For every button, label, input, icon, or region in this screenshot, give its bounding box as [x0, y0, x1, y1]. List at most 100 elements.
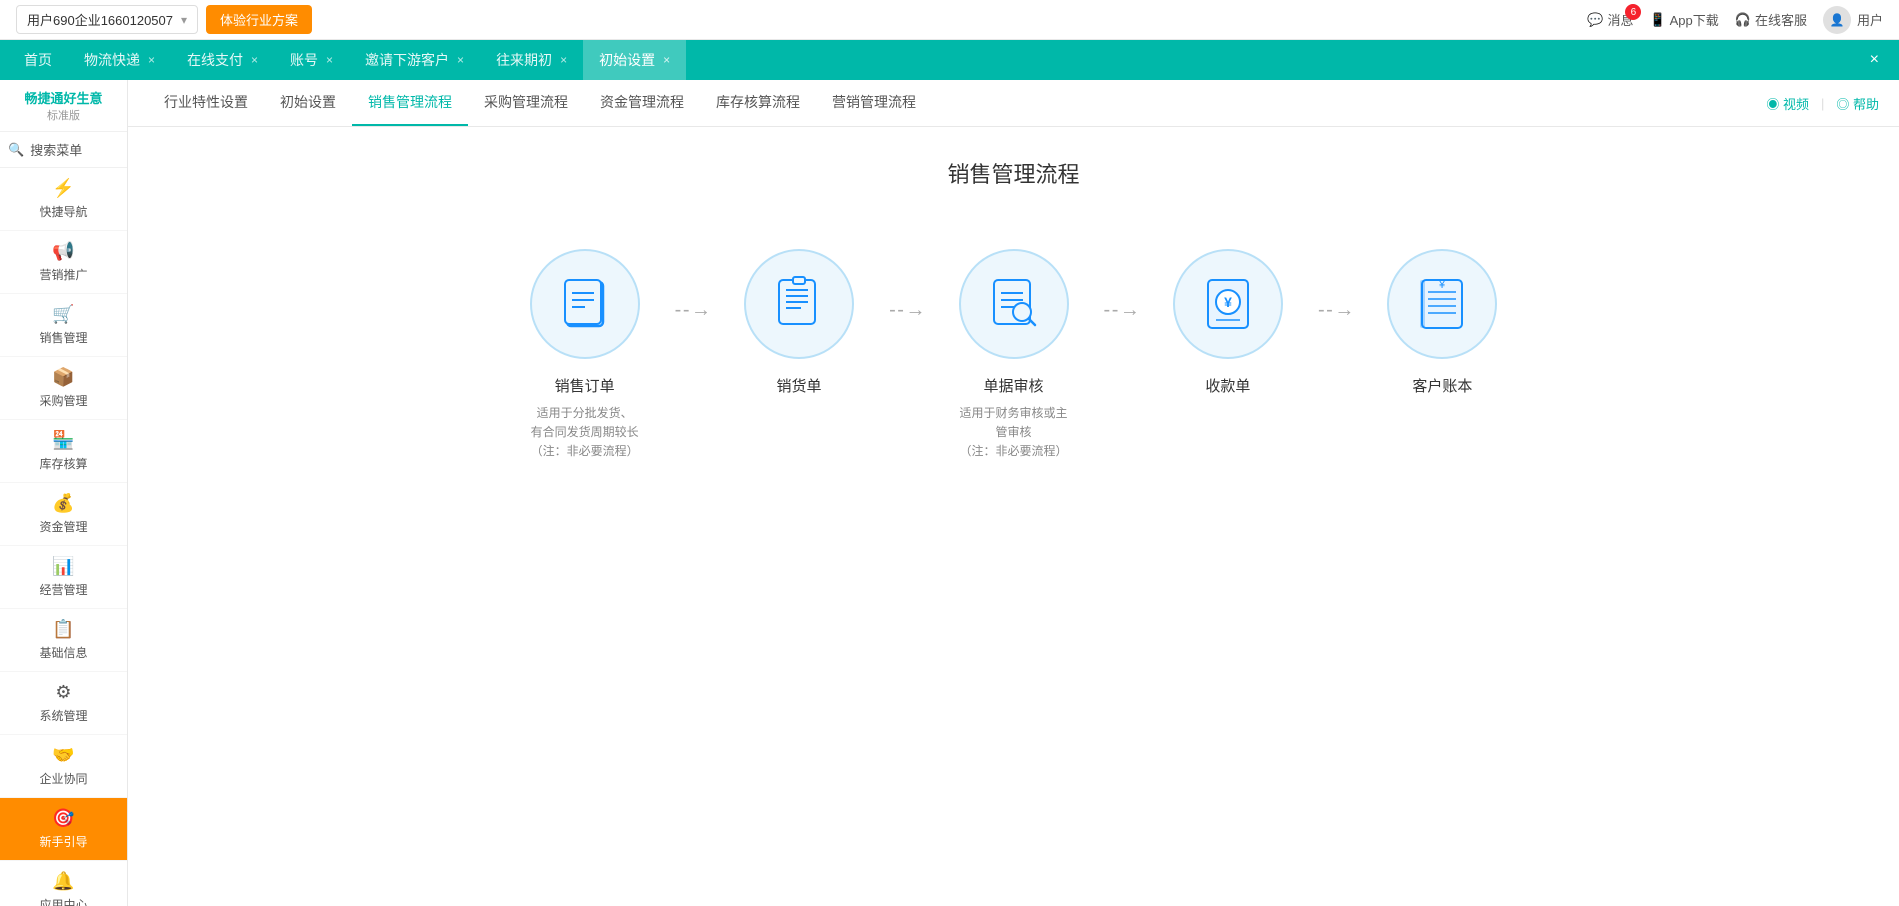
tab-logistics[interactable]: 物流快递 ×: [68, 40, 171, 80]
logo-sub: 标准版: [47, 107, 80, 123]
sidebar-item-appcenter[interactable]: 🔔 应用中心: [0, 861, 127, 906]
sales-order-icon: [557, 276, 613, 332]
sub-nav-right: ◉ 视频 | ◎ 帮助: [1766, 94, 1879, 113]
sub-nav-industry[interactable]: 行业特性设置: [148, 80, 264, 126]
inventory-icon: 🏪: [52, 430, 74, 451]
sidebar-item-newbie[interactable]: 🎯 新手引导: [0, 798, 127, 861]
purchase-icon: 📦: [52, 367, 74, 388]
flow-step-ledger: ¥ 客户账本: [1352, 249, 1532, 404]
app-download-label: App下载: [1670, 10, 1719, 29]
sub-nav-inventory-flow[interactable]: 库存核算流程: [700, 80, 816, 126]
online-service-label: 在线客服: [1755, 10, 1807, 29]
flow-circle-receipt[interactable]: ¥: [1173, 249, 1283, 359]
nav-tabs: 首页 物流快递 × 在线支付 × 账号 × 邀请下游客户 × 往来期初 × 初始…: [0, 40, 1899, 80]
flow-circle-delivery[interactable]: [744, 249, 854, 359]
sidebar-item-inventory[interactable]: 🏪 库存核算: [0, 420, 127, 483]
close-icon[interactable]: ×: [326, 53, 333, 67]
arrow-3: - - →: [1104, 249, 1138, 322]
sales-icon: 🛒: [52, 304, 74, 325]
video-button[interactable]: ◉ 视频: [1766, 94, 1809, 113]
arrow-1: - - →: [675, 249, 709, 322]
sub-nav: 行业特性设置 初始设置 销售管理流程 采购管理流程 资金管理流程 库存核算流程 …: [128, 80, 1899, 127]
headset-icon: 🎧: [1735, 12, 1751, 28]
finance-icon: 💰: [52, 493, 74, 514]
user-area[interactable]: 👤 用户: [1823, 6, 1883, 34]
svg-text:¥: ¥: [1438, 279, 1446, 291]
sidebar-item-quick[interactable]: ⚡ 快捷导航: [0, 168, 127, 231]
top-bar-right: 💬 消息 6 📱 App下载 🎧 在线客服 👤 用户: [1587, 6, 1883, 34]
sidebar: 畅捷通好生意 标准版 🔍 搜索菜单 ⚡ 快捷导航 📢 营销推广 🛒 销售管理 📦…: [0, 80, 128, 906]
sub-nav-sales-flow[interactable]: 销售管理流程: [352, 80, 468, 126]
sub-nav-init[interactable]: 初始设置: [264, 80, 352, 126]
message-button[interactable]: 💬 消息 6: [1587, 10, 1633, 29]
tab-invite[interactable]: 邀请下游客户 ×: [349, 40, 480, 80]
tab-init[interactable]: 初始设置 ×: [583, 40, 686, 80]
tab-home[interactable]: 首页: [8, 40, 68, 80]
tab-payment[interactable]: 在线支付 ×: [171, 40, 274, 80]
tab-past[interactable]: 往来期初 ×: [480, 40, 583, 80]
app-download-button[interactable]: 📱 App下载: [1649, 10, 1718, 29]
avatar: 👤: [1823, 6, 1851, 34]
operations-icon: 📊: [52, 556, 74, 577]
basic-icon: 📋: [52, 619, 74, 640]
flow-step-receipt: ¥ 收款单: [1138, 249, 1318, 404]
appcenter-icon: 🔔: [52, 871, 74, 892]
trial-button[interactable]: 体验行业方案: [206, 5, 312, 34]
close-all-tabs[interactable]: ×: [1858, 51, 1891, 69]
chevron-down-icon: ▾: [181, 13, 187, 27]
sidebar-item-sales[interactable]: 🛒 销售管理: [0, 294, 127, 357]
message-badge: 6: [1625, 4, 1641, 20]
delivery-icon: [771, 276, 827, 332]
flow-circle-sales-order[interactable]: [530, 249, 640, 359]
sidebar-item-marketing[interactable]: 📢 营销推广: [0, 231, 127, 294]
close-icon[interactable]: ×: [560, 53, 567, 67]
download-icon: 📱: [1649, 12, 1665, 28]
logo-text: 畅捷通好生意: [24, 88, 102, 107]
sidebar-item-system[interactable]: ⚙ 系统管理: [0, 672, 127, 735]
sidebar-item-basic[interactable]: 📋 基础信息: [0, 609, 127, 672]
close-icon[interactable]: ×: [148, 53, 155, 67]
flow-diagram: 销售订单 适用于分批发货、有合同发货周期较长（注：非必要流程） - - →: [148, 249, 1879, 462]
close-icon[interactable]: ×: [663, 53, 670, 67]
sidebar-item-operations[interactable]: 📊 经营管理: [0, 546, 127, 609]
message-icon: 💬: [1587, 12, 1603, 28]
sidebar-item-finance[interactable]: 💰 资金管理: [0, 483, 127, 546]
top-bar: 用户690企业1660120507 ▾ 体验行业方案 💬 消息 6 📱 App下…: [0, 0, 1899, 40]
marketing-icon: 📢: [52, 241, 74, 262]
quick-icon: ⚡: [52, 178, 74, 199]
close-icon[interactable]: ×: [251, 53, 258, 67]
top-bar-left: 用户690企业1660120507 ▾ 体验行业方案: [16, 5, 312, 34]
user-label: 用户: [1857, 10, 1883, 29]
flow-desc-audit: 适用于财务审核或主管审核（注：非必要流程）: [959, 404, 1067, 462]
online-service-button[interactable]: 🎧 在线客服: [1735, 10, 1807, 29]
flow-step-delivery: 销货单: [709, 249, 889, 404]
system-icon: ⚙: [55, 682, 71, 703]
flow-circle-audit[interactable]: [959, 249, 1069, 359]
audit-icon: [986, 276, 1042, 332]
sub-nav-marketing-flow[interactable]: 营销管理流程: [816, 80, 932, 126]
flow-desc-sales-order: 适用于分批发货、有合同发货周期较长（注：非必要流程）: [531, 404, 639, 462]
flow-circle-ledger[interactable]: ¥: [1387, 249, 1497, 359]
content-area: 销售管理流程: [128, 127, 1899, 906]
sub-nav-finance-flow[interactable]: 资金管理流程: [584, 80, 700, 126]
close-icon[interactable]: ×: [457, 53, 464, 67]
sidebar-item-purchase[interactable]: 📦 采购管理: [0, 357, 127, 420]
logo-area: 畅捷通好生意 标准版: [0, 80, 127, 132]
flow-step-audit: 单据审核 适用于财务审核或主管审核（注：非必要流程）: [924, 249, 1104, 462]
sidebar-item-enterprise[interactable]: 🤝 企业协同: [0, 735, 127, 798]
search-icon: 🔍: [8, 142, 24, 158]
enterprise-icon: 🤝: [52, 745, 74, 766]
tab-account[interactable]: 账号 ×: [274, 40, 349, 80]
flow-label-audit: 单据审核: [983, 375, 1043, 396]
company-selector[interactable]: 用户690企业1660120507 ▾: [16, 5, 198, 34]
sidebar-search[interactable]: 🔍 搜索菜单: [0, 132, 127, 168]
flow-label-sales-order: 销售订单: [555, 375, 615, 396]
main-content: 行业特性设置 初始设置 销售管理流程 采购管理流程 资金管理流程 库存核算流程 …: [128, 80, 1899, 906]
search-label: 搜索菜单: [30, 140, 82, 159]
sub-nav-purchase-flow[interactable]: 采购管理流程: [468, 80, 584, 126]
receipt-icon: ¥: [1200, 276, 1256, 332]
svg-text:¥: ¥: [1224, 294, 1232, 310]
help-button[interactable]: ◎ 帮助: [1836, 94, 1879, 113]
flow-label-receipt: 收款单: [1205, 375, 1250, 396]
page-title: 销售管理流程: [947, 157, 1079, 189]
